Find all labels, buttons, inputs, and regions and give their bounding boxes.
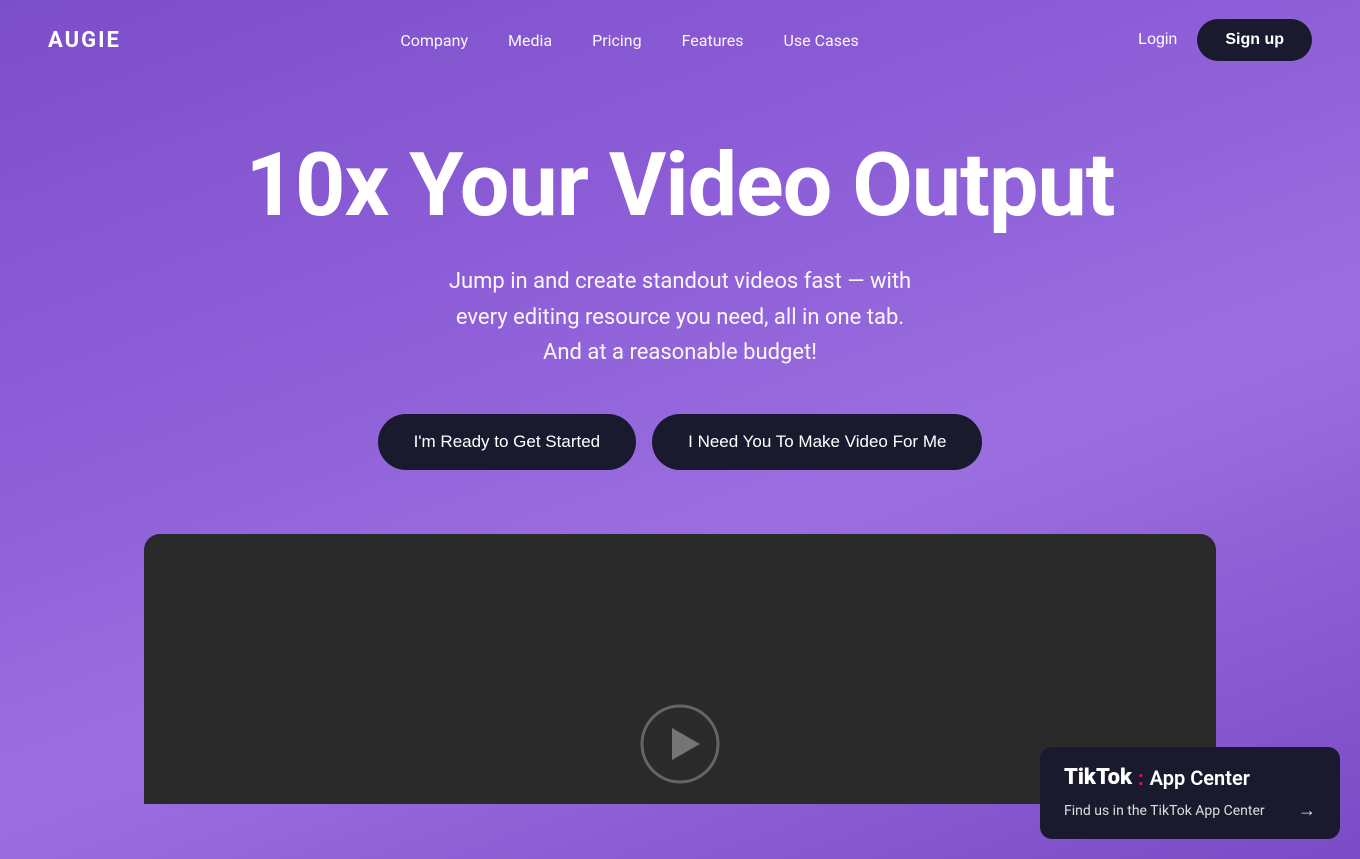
tiktok-logo-text: TikTok [1064,765,1132,790]
get-started-button[interactable]: I'm Ready to Get Started [378,414,637,470]
make-video-button[interactable]: I Need You To Make Video For Me [652,414,982,470]
hero-buttons: I'm Ready to Get Started I Need You To M… [48,414,1312,470]
hero-section: 10x Your Video Output Jump in and create… [0,80,1360,510]
nav-actions: Login Sign up [1138,19,1312,61]
hero-subtitle-line3: And at a reasonable budget! [543,340,817,365]
hero-subtitle: Jump in and create standout videos fast … [48,264,1312,370]
video-play-icon [640,704,720,784]
nav-media[interactable]: Media [508,31,552,50]
navbar: AUGiE Company Media Pricing Features Use… [0,0,1360,80]
hero-subtitle-line2: every editing resource you need, all in … [456,305,904,330]
nav-links: Company Media Pricing Features Use Cases [400,31,858,50]
nav-use-cases[interactable]: Use Cases [784,31,859,50]
tiktok-app-center-label: App Center [1150,766,1250,790]
nav-pricing[interactable]: Pricing [592,31,642,50]
tiktok-banner-header: TikTok : App Center [1064,765,1316,790]
tiktok-arrow-icon: → [1298,800,1316,821]
signup-button[interactable]: Sign up [1197,19,1312,61]
tiktok-banner[interactable]: TikTok : App Center Find us in the TikTo… [1040,747,1340,839]
tiktok-banner-body[interactable]: Find us in the TikTok App Center → [1064,800,1316,821]
hero-title: 10x Your Video Output [48,140,1312,232]
logo: AUGiE [48,28,121,53]
nav-features[interactable]: Features [682,31,744,50]
tiktok-colon: : [1138,766,1144,790]
tiktok-find-us: Find us in the TikTok App Center [1064,803,1265,819]
nav-company[interactable]: Company [400,31,468,50]
hero-subtitle-line1: Jump in and create standout videos fast … [449,269,911,294]
login-button[interactable]: Login [1138,31,1177,49]
logo-text: AUGiE [48,28,121,53]
